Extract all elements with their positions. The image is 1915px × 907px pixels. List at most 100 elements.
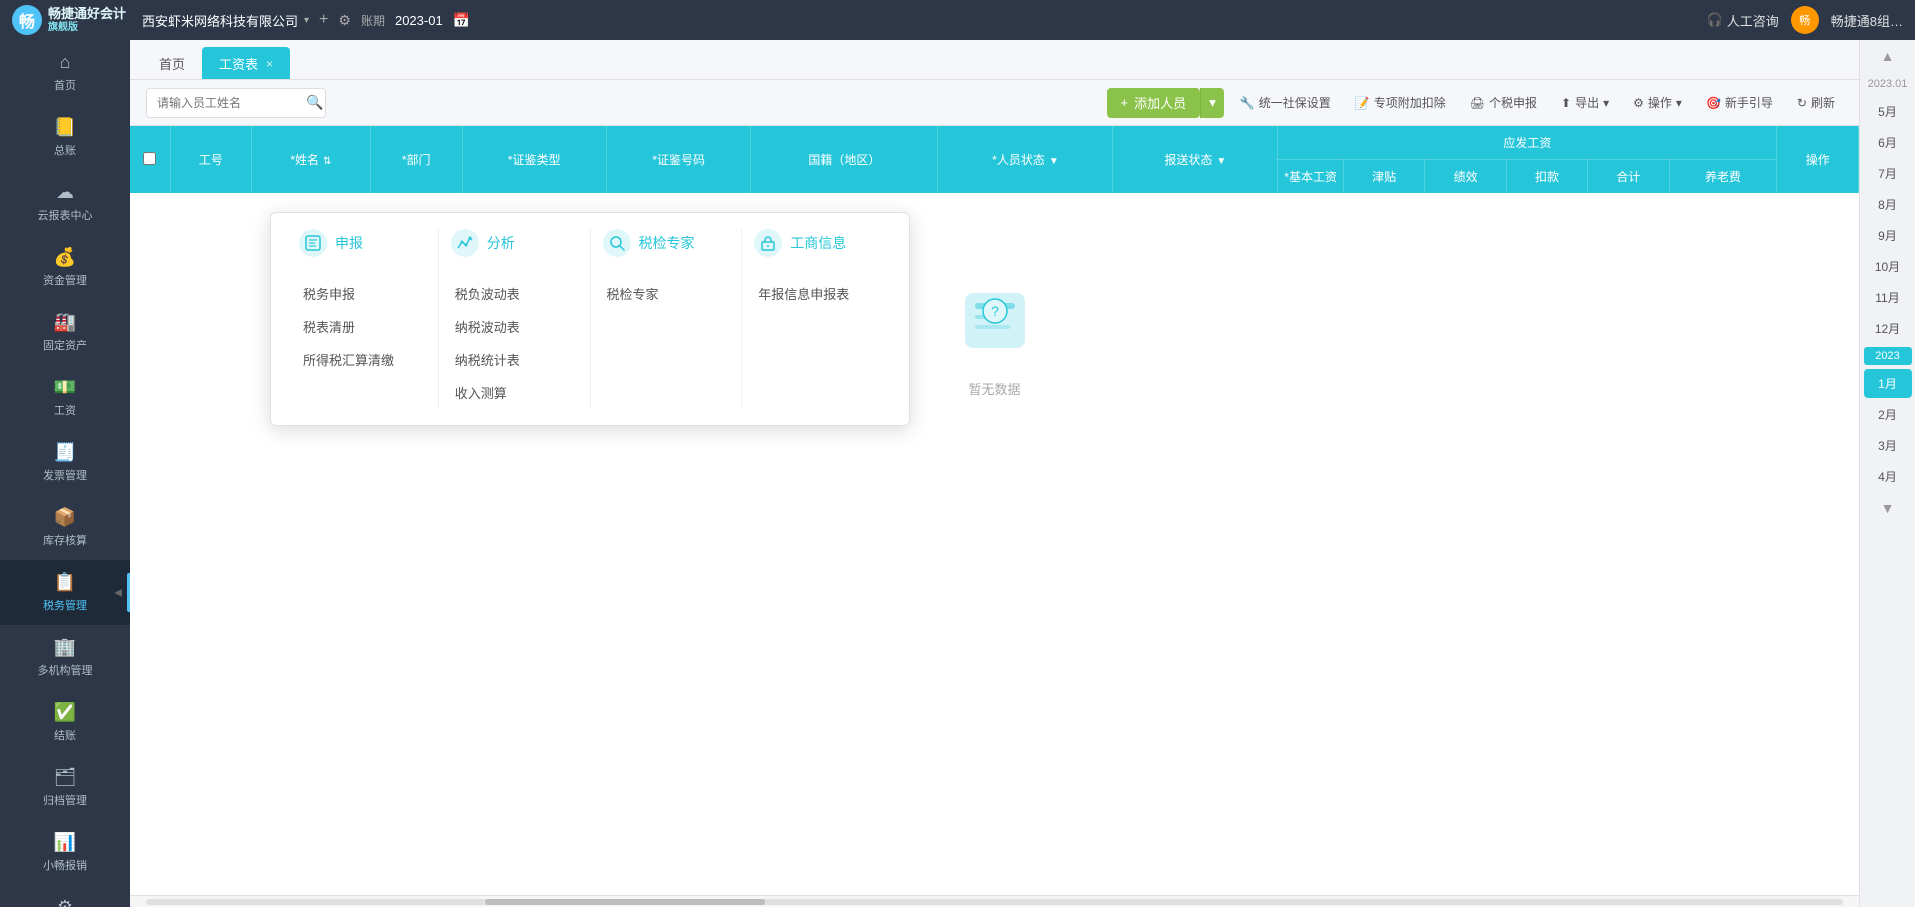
col-employee-id[interactable]: 工号 (170, 126, 251, 193)
bottom-scrollbar[interactable] (130, 895, 1859, 907)
add-person-label: 添加人员 (1134, 93, 1186, 112)
add-person-dropdown-button[interactable]: ▾ (1200, 88, 1224, 118)
personal-tax-label: 个税申报 (1489, 94, 1537, 111)
fenxi-title: 分析 (487, 233, 515, 253)
dropdown-col-fenxi: 分析 税负波动表 纳税波动表 纳税统计表 收入测算 (439, 229, 591, 409)
sidebar-item-tax[interactable]: 📋 税务管理 ◀ (0, 560, 130, 625)
date-nav-month-6[interactable]: 6月 (1864, 128, 1912, 157)
service-button[interactable]: 🎧 人工咨询 (1707, 11, 1779, 30)
date-nav-up-button[interactable]: ▲ (1876, 44, 1900, 68)
user-name: 畅捷通8组… (1831, 11, 1903, 30)
settle-icon: ✅ (54, 702, 76, 723)
home-icon: ⌂ (60, 52, 71, 73)
col-id-type[interactable]: *证鉴类型 (462, 126, 606, 193)
sub-col-performance: 绩效 (1425, 160, 1506, 194)
sidebar-label-cloud: 云报表中心 (38, 207, 93, 223)
new-guide-label: 新手引导 (1725, 94, 1773, 111)
sidebar-item-ledger[interactable]: 📒 总账 (0, 105, 130, 170)
calendar-icon[interactable]: 📅 (453, 12, 470, 29)
search-button[interactable]: 🔍 (306, 94, 323, 111)
chevron-down-icon: ▾ (304, 15, 309, 26)
fenxi-icon (451, 229, 479, 257)
tab-home[interactable]: 首页 (142, 47, 202, 79)
social-security-button[interactable]: 🔧 统一社保设置 (1232, 90, 1339, 115)
new-guide-button[interactable]: 🎯 新手引导 (1698, 90, 1781, 115)
date-nav-month-4[interactable]: 4月 (1864, 462, 1912, 491)
gongshang-icon (754, 229, 782, 257)
dropdown-item-tax-expert[interactable]: 税检专家 (603, 277, 730, 310)
report-filter-icon[interactable]: ▼ (1216, 156, 1226, 167)
date-nav-month-11[interactable]: 11月 (1864, 283, 1912, 312)
settings-icon[interactable]: ⚙ (338, 12, 351, 29)
operation-button[interactable]: ⚙ 操作 ▾ (1625, 90, 1690, 115)
social-security-label: 统一社保设置 (1259, 94, 1331, 111)
col-id-number[interactable]: *证鉴号码 (606, 126, 750, 193)
sidebar-label-payroll: 工资 (54, 402, 76, 418)
scroll-thumb[interactable] (485, 899, 765, 905)
dropdown-item-tax-return[interactable]: 税务申报 (299, 277, 426, 310)
sidebar-item-inventory[interactable]: 📦 库存核算 (0, 495, 130, 560)
sidebar-label-settle: 结账 (54, 727, 76, 743)
col-department[interactable]: *部门 (370, 126, 462, 193)
date-nav-month-3[interactable]: 3月 (1864, 431, 1912, 460)
search-input[interactable] (146, 88, 326, 118)
date-nav-controls: ▲ (1876, 40, 1900, 72)
date-nav-month-10[interactable]: 10月 (1864, 252, 1912, 281)
sidebar-item-invoice[interactable]: 🧾 发票管理 (0, 430, 130, 495)
tab-close-icon[interactable]: × (266, 57, 273, 71)
dropdown-item-annual-report[interactable]: 年报信息申报表 (754, 277, 881, 310)
sidebar-item-cloud[interactable]: ☁ 云报表中心 (0, 170, 130, 235)
col-status[interactable]: *人员状态▼ (938, 126, 1113, 193)
top-bar: 畅 畅捷通好会计 旗舰版 西安虾米网络科技有限公司 ▾ + ⚙ 账期 2023-… (0, 0, 1915, 40)
col-domicile[interactable]: 国籍（地区） (751, 126, 938, 193)
sidebar-item-settings[interactable]: ⚙ 基础设置 (0, 885, 130, 907)
export-button[interactable]: ⬆ 导出 ▾ (1553, 90, 1617, 115)
col-report-status[interactable]: 报送状态▼ (1113, 126, 1278, 193)
shenbao-title: 申报 (335, 233, 363, 253)
dropdown-item-income-calc[interactable]: 所得税汇算清缴 (299, 343, 426, 376)
app-logo-icon: 畅 (12, 5, 42, 35)
sidebar-item-payroll[interactable]: 💵 工资 (0, 365, 130, 430)
sidebar-item-funds[interactable]: 💰 资金管理 (0, 235, 130, 300)
dropdown-menu: 申报 税务申报 税表清册 所得税汇算清缴 分析 (270, 212, 910, 426)
sidebar-item-assets[interactable]: 🏭 固定资产 (0, 300, 130, 365)
special-deduction-button[interactable]: 📝 专项附加扣除 (1347, 90, 1454, 115)
refresh-button[interactable]: ↻ 刷新 (1789, 90, 1843, 115)
dropdown-item-tax-change[interactable]: 纳税波动表 (451, 310, 578, 343)
date-nav-month-12[interactable]: 12月 (1864, 314, 1912, 343)
date-nav-month-8[interactable]: 8月 (1864, 190, 1912, 219)
company-selector[interactable]: 西安虾米网络科技有限公司 ▾ (142, 11, 309, 30)
sidebar-item-settle[interactable]: ✅ 结账 (0, 690, 130, 755)
op-label: 操作 (1806, 153, 1830, 167)
sidebar-item-multi[interactable]: 🏢 多机构管理 (0, 625, 130, 690)
dropdown-item-tax-stats[interactable]: 纳税统计表 (451, 343, 578, 376)
dropdown-item-income-calc2[interactable]: 收入测算 (451, 376, 578, 409)
col-checkbox[interactable] (130, 126, 170, 193)
personal-tax-button[interactable]: 🖨 个税申报 (1462, 90, 1545, 115)
add-person-button[interactable]: + 添加人员 (1107, 88, 1201, 118)
special-deduction-label: 专项附加扣除 (1374, 94, 1446, 111)
dropdown-item-tax-form[interactable]: 税表清册 (299, 310, 426, 343)
sidebar-label-report: 小畅报销 (43, 857, 87, 873)
add-company-icon[interactable]: + (319, 11, 328, 29)
col-wage-group: 应发工资 (1278, 126, 1777, 160)
name-sort-icon: ⇅ (323, 156, 331, 167)
date-nav-month-2[interactable]: 2月 (1864, 400, 1912, 429)
date-nav-month-7[interactable]: 7月 (1864, 159, 1912, 188)
dropdown-item-tax-burden[interactable]: 税负波动表 (451, 277, 578, 310)
dropdown-col-header-jiaojian: 税检专家 (603, 229, 730, 265)
sidebar-item-archive[interactable]: 🗂 归档管理 (0, 755, 130, 820)
tab-payroll-table[interactable]: 工资表 × (202, 47, 290, 79)
date-nav-month-1[interactable]: 1月 (1864, 369, 1912, 398)
date-nav-down-button[interactable]: ▼ (1876, 496, 1900, 520)
dropdown-col-gongshang: 工商信息 年报信息申报表 (742, 229, 893, 409)
scroll-track (146, 899, 1843, 905)
col-name[interactable]: *姓名⇅ (251, 126, 370, 193)
date-nav-month-5[interactable]: 5月 (1864, 97, 1912, 126)
sidebar-item-home[interactable]: ⌂ 首页 (0, 40, 130, 105)
select-all-checkbox[interactable] (143, 152, 156, 165)
status-filter-icon[interactable]: ▼ (1049, 156, 1059, 167)
dropdown-col-header-shenbao: 申报 (299, 229, 426, 265)
date-nav-month-9[interactable]: 9月 (1864, 221, 1912, 250)
sidebar-item-report[interactable]: 📊 小畅报销 (0, 820, 130, 885)
